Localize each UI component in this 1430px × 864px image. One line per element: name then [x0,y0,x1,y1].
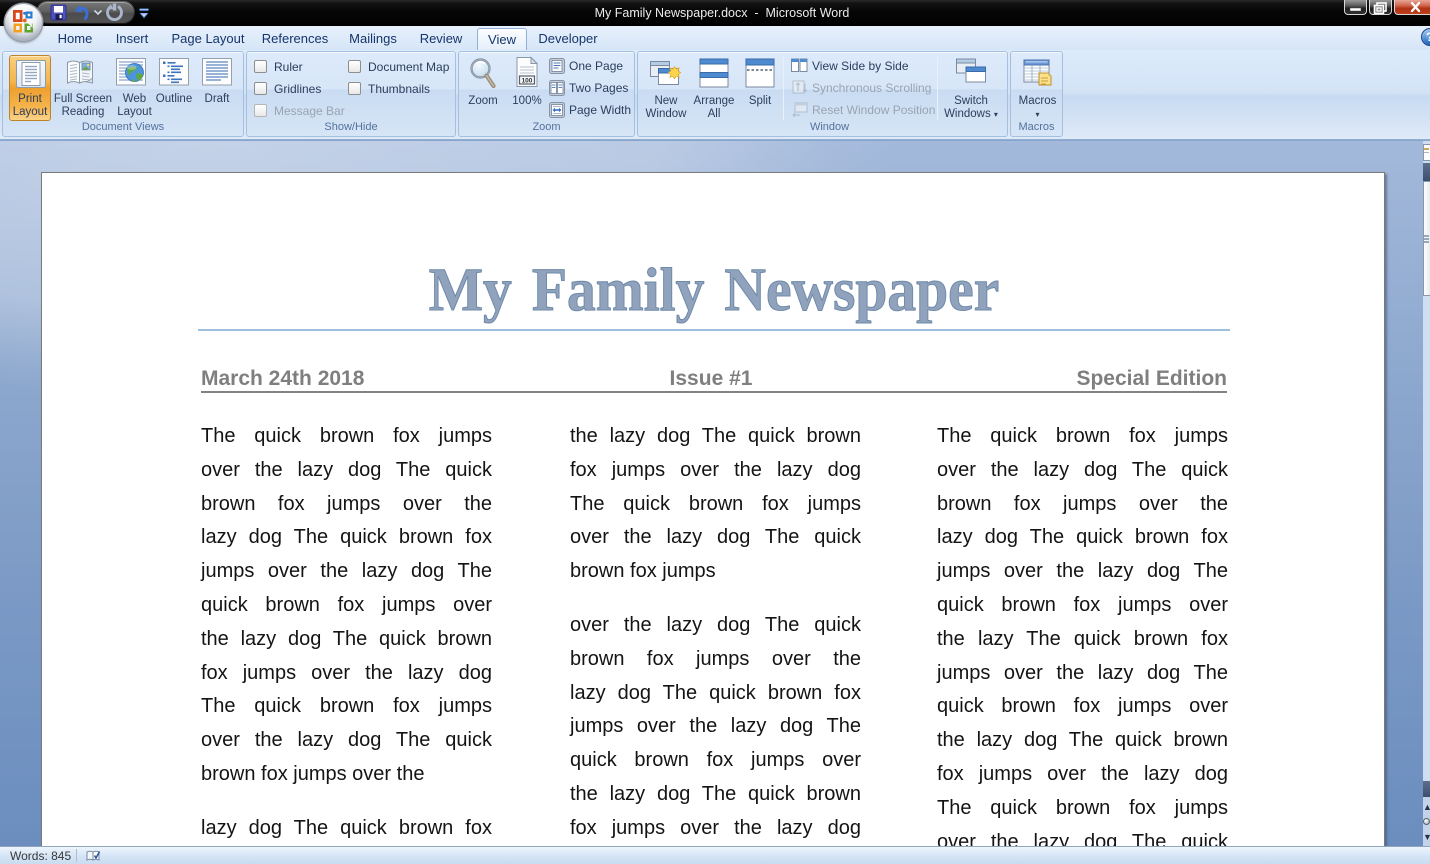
svg-text:100: 100 [522,78,533,85]
